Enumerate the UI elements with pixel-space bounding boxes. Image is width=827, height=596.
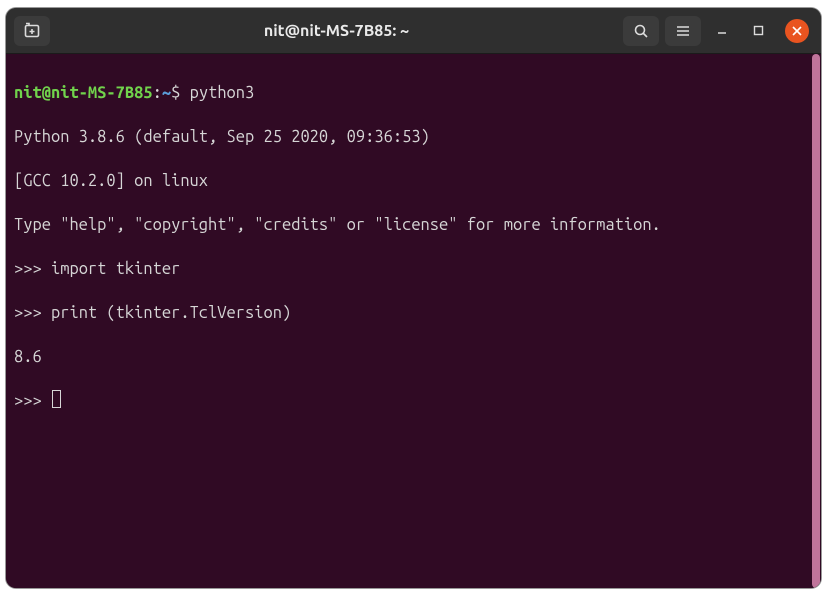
- new-tab-icon: [23, 22, 41, 40]
- search-icon: [633, 23, 649, 39]
- menu-button[interactable]: [665, 16, 701, 46]
- repl-line: >>> print (tkinter.TclVersion): [14, 302, 813, 324]
- output-line: [GCC 10.2.0] on linux: [14, 170, 813, 192]
- minimize-icon: [716, 22, 728, 40]
- repl-input: import tkinter: [51, 260, 180, 278]
- close-button[interactable]: [785, 19, 809, 43]
- output-line: Type "help", "copyright", "credits" or "…: [14, 214, 813, 236]
- titlebar[interactable]: nit@nit-MS-7B85: ~: [6, 8, 821, 54]
- repl-line: >>>: [14, 390, 813, 412]
- maximize-button[interactable]: [743, 16, 773, 46]
- cursor: [52, 390, 61, 408]
- scrollbar-thumb[interactable]: [812, 54, 820, 588]
- close-icon: [792, 22, 802, 40]
- terminal-window: nit@nit-MS-7B85: ~: [6, 8, 821, 588]
- prompt-colon: :: [153, 84, 162, 102]
- maximize-icon: [753, 22, 764, 40]
- prompt-path: ~: [162, 84, 171, 102]
- repl-prompt: >>>: [14, 304, 51, 322]
- repl-input: print (tkinter.TclVersion): [51, 304, 291, 322]
- minimize-button[interactable]: [707, 16, 737, 46]
- new-tab-button[interactable]: [14, 16, 50, 46]
- repl-line: >>> import tkinter: [14, 258, 813, 280]
- scrollbar[interactable]: [811, 54, 821, 588]
- search-button[interactable]: [623, 16, 659, 46]
- prompt-line: nit@nit-MS-7B85:~$ python3: [14, 82, 813, 104]
- prompt-dollar: $: [171, 84, 189, 102]
- repl-output: 8.6: [14, 346, 813, 368]
- repl-prompt: >>>: [14, 392, 51, 410]
- repl-prompt: >>>: [14, 260, 51, 278]
- hamburger-icon: [675, 23, 691, 39]
- prompt-user-host: nit@nit-MS-7B85: [14, 84, 153, 102]
- output-line: Python 3.8.6 (default, Sep 25 2020, 09:3…: [14, 126, 813, 148]
- window-title: nit@nit-MS-7B85: ~: [56, 22, 617, 40]
- terminal-body[interactable]: nit@nit-MS-7B85:~$ python3 Python 3.8.6 …: [6, 54, 821, 588]
- shell-command: python3: [190, 84, 255, 102]
